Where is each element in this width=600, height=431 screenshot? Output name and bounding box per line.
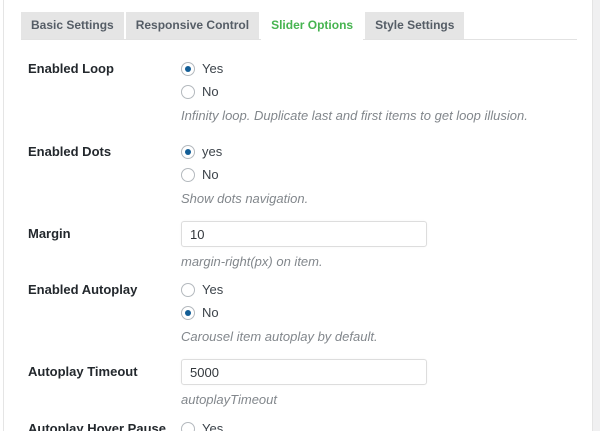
radio-label: No [202,84,219,99]
field-description: autoplayTimeout [181,392,277,407]
field-description: Carousel item autoplay by default. [181,329,378,344]
enabled-loop-option-no[interactable]: No [181,83,591,101]
enabled-autoplay-yes-radio[interactable] [181,283,195,297]
enabled-dots-no-radio[interactable] [181,168,195,182]
tab-basic-settings[interactable]: Basic Settings [21,12,124,39]
radio-label: No [202,305,219,320]
field-control: autoplayTimeout [181,359,591,408]
page-background-strip [592,0,600,431]
enabled-autoplay-option-no[interactable]: No [181,304,591,322]
field-description: Show dots navigation. [181,191,309,206]
field-row-autoplay-timeout: Autoplay Timeout autoplayTimeout [28,359,591,408]
enabled-dots-option-no[interactable]: No [181,166,591,184]
radio-label: yes [202,144,223,159]
field-label: Enabled Autoplay [28,282,138,297]
margin-input[interactable] [181,221,427,247]
radio-label: No [202,167,219,182]
field-control: Yes [181,420,591,431]
radio-label: Yes [202,282,224,297]
field-row-enabled-autoplay: Enabled Autoplay Yes No Carousel item au… [28,281,591,345]
enabled-loop-option-yes[interactable]: Yes [181,60,591,78]
field-description: margin-right(px) on item. [181,254,323,269]
autoplay-timeout-input[interactable] [181,359,427,385]
enabled-loop-yes-radio[interactable] [181,62,195,76]
field-description: Infinity loop. Duplicate last and first … [181,108,528,123]
enabled-loop-no-radio[interactable] [181,85,195,99]
field-label: Autoplay Hover Pause [28,421,166,431]
autoplay-hover-pause-yes-radio[interactable] [181,422,195,431]
enabled-autoplay-no-radio[interactable] [181,306,195,320]
enabled-autoplay-option-yes[interactable]: Yes [181,281,591,299]
tab-style-settings[interactable]: Style Settings [365,12,465,39]
field-label: Autoplay Timeout [28,364,138,379]
field-label: Margin [28,226,71,241]
field-label: Enabled Dots [28,144,112,159]
field-row-autoplay-hover-pause: Autoplay Hover Pause Yes [28,420,591,431]
field-control: yes No Show dots navigation. [181,143,591,207]
field-control: margin-right(px) on item. [181,221,591,270]
radio-label: Yes [202,421,224,431]
field-label: Enabled Loop [28,61,114,76]
field-row-enabled-loop: Enabled Loop Yes No Infinity loop. Dupli… [28,60,591,124]
tab-responsive-control[interactable]: Responsive Control [125,12,260,39]
field-row-enabled-dots: Enabled Dots yes No Show dots navigation… [28,143,591,207]
field-control: Yes No Infinity loop. Duplicate last and… [181,60,591,124]
tab-slider-options[interactable]: Slider Options [261,12,364,40]
field-control: Yes No Carousel item autoplay by default… [181,281,591,345]
enabled-dots-yes-radio[interactable] [181,145,195,159]
radio-label: Yes [202,61,224,76]
enabled-dots-option-yes[interactable]: yes [181,143,591,161]
settings-content: Basic Settings Responsive Control Slider… [4,0,591,431]
settings-form: Enabled Loop Yes No Infinity loop. Dupli… [4,40,591,431]
autoplay-hover-pause-option-yes[interactable]: Yes [181,420,591,431]
settings-tabbar: Basic Settings Responsive Control Slider… [21,12,577,40]
field-row-margin: Margin margin-right(px) on item. [28,221,591,270]
settings-panel: Basic Settings Responsive Control Slider… [0,0,600,431]
